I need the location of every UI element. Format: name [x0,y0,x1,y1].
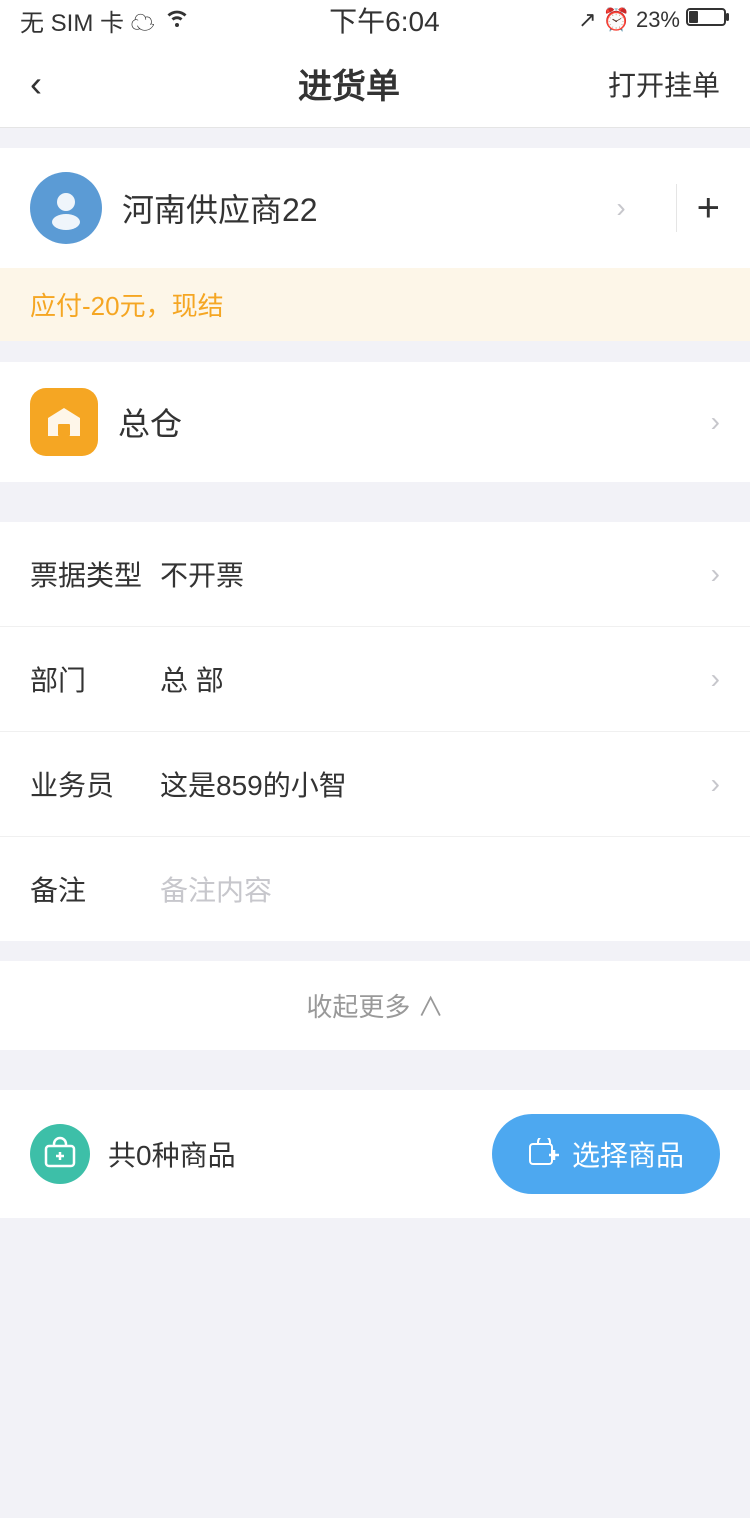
supplier-name: 河南供应商22 [122,185,616,231]
select-product-label: 选择商品 [572,1134,684,1174]
page-background [0,1218,750,1518]
status-right: ↗ ⏰ 23% [578,6,730,34]
add-supplier-button[interactable]: + [697,188,720,228]
collapse-button[interactable]: 收起更多 ∧ [0,961,750,1050]
status-bar: 无 SIM 卡 ☁ 下午6:04 ↗ ⏰ 23% [0,0,750,40]
gap-3 [0,1050,750,1070]
collapse-label: 收起更多 ∧ [306,987,443,1024]
department-chevron-icon: › [711,663,720,695]
wifi-icon [163,6,191,34]
invoice-row[interactable]: 票据类型 不开票 › [0,522,750,627]
salesperson-chevron-icon: › [711,768,720,800]
battery-icon [686,6,730,34]
page-title: 进货单 [298,59,400,108]
notice-bar: 应付-20元，现结 [0,268,750,341]
product-count-area: 共0种商品 [30,1124,236,1184]
remark-row[interactable]: 备注 备注内容 [0,837,750,941]
notice-text: 应付-20元，现结 [30,291,224,321]
supplier-row[interactable]: 河南供应商22 › + [0,148,750,268]
warehouse-row[interactable]: 总仓 › [0,361,750,482]
gap-1 [0,341,750,361]
salesperson-label: 业务员 [30,764,160,804]
warehouse-section: 总仓 › [0,361,750,482]
status-time: 下午6:04 [329,0,440,40]
invoice-value: 不开票 [160,554,711,594]
warehouse-chevron-icon: › [711,406,720,438]
supplier-section: 河南供应商22 › + 应付-20元，现结 [0,148,750,341]
department-value: 总 部 [160,659,711,699]
back-button[interactable]: ‹ [30,63,90,105]
invoice-chevron-icon: › [711,558,720,590]
form-section: 票据类型 不开票 › 部门 总 部 › 业务员 这是859的小智 › 备注 备注… [0,522,750,941]
salesperson-row[interactable]: 业务员 这是859的小智 › [0,732,750,837]
department-label: 部门 [30,659,160,699]
supplier-avatar [30,172,102,244]
nav-bar: ‹ 进货单 打开挂单 [0,40,750,128]
status-left: 无 SIM 卡 ☁ [20,3,191,38]
warehouse-name: 总仓 [118,399,711,445]
battery-text: 23% [636,7,680,33]
department-row[interactable]: 部门 总 部 › [0,627,750,732]
divider [676,184,677,232]
sim-status: 无 SIM 卡 ☁ [20,3,155,38]
open-pending-button[interactable]: 打开挂单 [608,64,720,104]
warehouse-icon [30,388,98,456]
location-icon: ↗ [578,7,596,33]
bottom-bar: 共0种商品 选择商品 [0,1090,750,1218]
product-count-text: 共0种商品 [108,1134,236,1174]
remark-input[interactable]: 备注内容 [160,869,720,909]
top-gap [0,128,750,148]
invoice-label: 票据类型 [30,554,160,594]
supplier-chevron-icon: › [616,192,625,224]
alarm-icon: ⏰ [603,7,630,33]
salesperson-value: 这是859的小智 [160,764,711,804]
gap-2 [0,482,750,502]
product-icon [30,1124,90,1184]
select-product-icon [528,1138,560,1170]
remark-label: 备注 [30,869,160,909]
select-product-button[interactable]: 选择商品 [492,1114,720,1194]
